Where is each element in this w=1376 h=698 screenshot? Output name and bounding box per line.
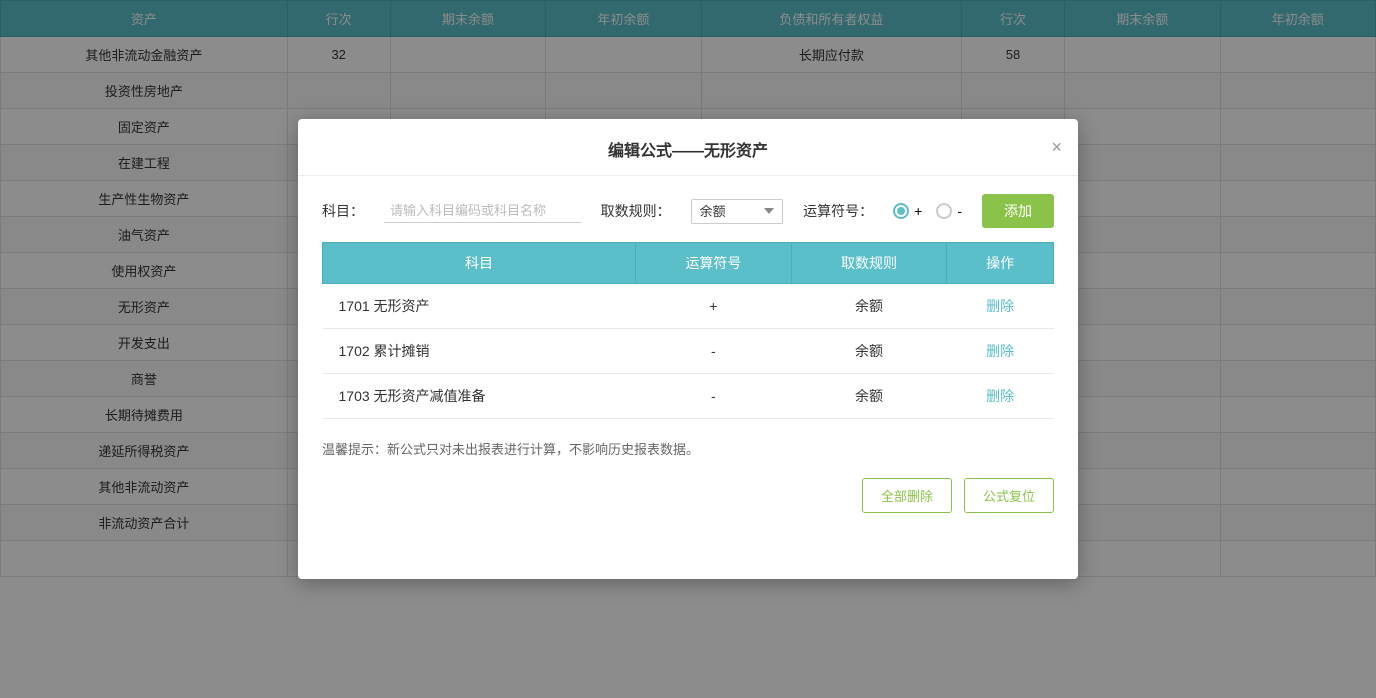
- cell-subject: 1703 无形资产减值准备: [323, 374, 636, 419]
- table-row: 1702 累计摊销-余额 删除: [323, 329, 1054, 374]
- cell-rule: 余额: [791, 284, 947, 329]
- cell-rule: 余额: [791, 374, 947, 419]
- subject-input[interactable]: [384, 199, 581, 223]
- radio-minus[interactable]: -: [936, 203, 962, 219]
- formula-table: 科目 运算符号 取数规则 操作 1701 无形资产+余额删除1702 累计摊销-…: [322, 242, 1054, 419]
- cell-action: 删除: [947, 374, 1054, 419]
- operator-label: 运算符号：: [803, 201, 873, 221]
- table-header-row: 科目 运算符号 取数规则 操作: [323, 243, 1054, 284]
- delete-all-button[interactable]: 全部删除: [862, 478, 952, 513]
- th-action: 操作: [947, 243, 1054, 284]
- cell-operator: -: [636, 329, 792, 374]
- radio-plus[interactable]: +: [893, 203, 922, 219]
- radio-plus-circle: [893, 203, 909, 219]
- th-rule: 取数规则: [791, 243, 947, 284]
- rule-select[interactable]: 余额 借方发生额 贷方发生额: [691, 199, 784, 224]
- cell-rule: 余额: [791, 329, 947, 374]
- cell-subject: 1702 累计摊销: [323, 329, 636, 374]
- radio-plus-label: +: [914, 203, 922, 219]
- modal-header: 编辑公式——无形资产 ×: [298, 119, 1078, 176]
- formula-table-wrapper: 科目 运算符号 取数规则 操作 1701 无形资产+余额删除1702 累计摊销-…: [322, 242, 1054, 419]
- operator-radio-group: + -: [893, 203, 962, 219]
- warning-text: 温馨提示：新公式只对未出报表进行计算，不影响历史报表数据。: [298, 419, 1078, 468]
- delete-link[interactable]: 删除: [986, 343, 1014, 359]
- radio-minus-label: -: [957, 203, 962, 219]
- cell-action: 删除: [947, 284, 1054, 329]
- th-operator: 运算符号: [636, 243, 792, 284]
- close-button[interactable]: ×: [1051, 138, 1062, 156]
- th-subject: 科目: [323, 243, 636, 284]
- edit-formula-modal: 编辑公式——无形资产 × 科目： 取数规则： 余额 借方发生额 贷方发生额 运算…: [298, 119, 1078, 579]
- reset-button[interactable]: 公式复位: [964, 478, 1054, 513]
- radio-minus-circle: [936, 203, 952, 219]
- cell-subject: 1701 无形资产: [323, 284, 636, 329]
- table-row: 1701 无形资产+余额 删除: [323, 284, 1054, 329]
- subject-label: 科目：: [322, 201, 364, 221]
- cell-operator: +: [636, 284, 792, 329]
- cell-action: 删除: [947, 329, 1054, 374]
- table-row: 1703 无形资产减值准备-余额 删除: [323, 374, 1054, 419]
- cell-operator: -: [636, 374, 792, 419]
- rule-label: 取数规则：: [601, 201, 671, 221]
- delete-link[interactable]: 删除: [986, 388, 1014, 404]
- modal-title: 编辑公式——无形资产: [608, 143, 768, 160]
- formula-form: 科目： 取数规则： 余额 借方发生额 贷方发生额 运算符号： + - 添加: [298, 176, 1078, 242]
- delete-link[interactable]: 删除: [986, 298, 1014, 314]
- add-button[interactable]: 添加: [982, 194, 1054, 228]
- modal-footer: 全部删除 公式复位: [298, 468, 1078, 513]
- modal-overlay: 编辑公式——无形资产 × 科目： 取数规则： 余额 借方发生额 贷方发生额 运算…: [0, 0, 1376, 698]
